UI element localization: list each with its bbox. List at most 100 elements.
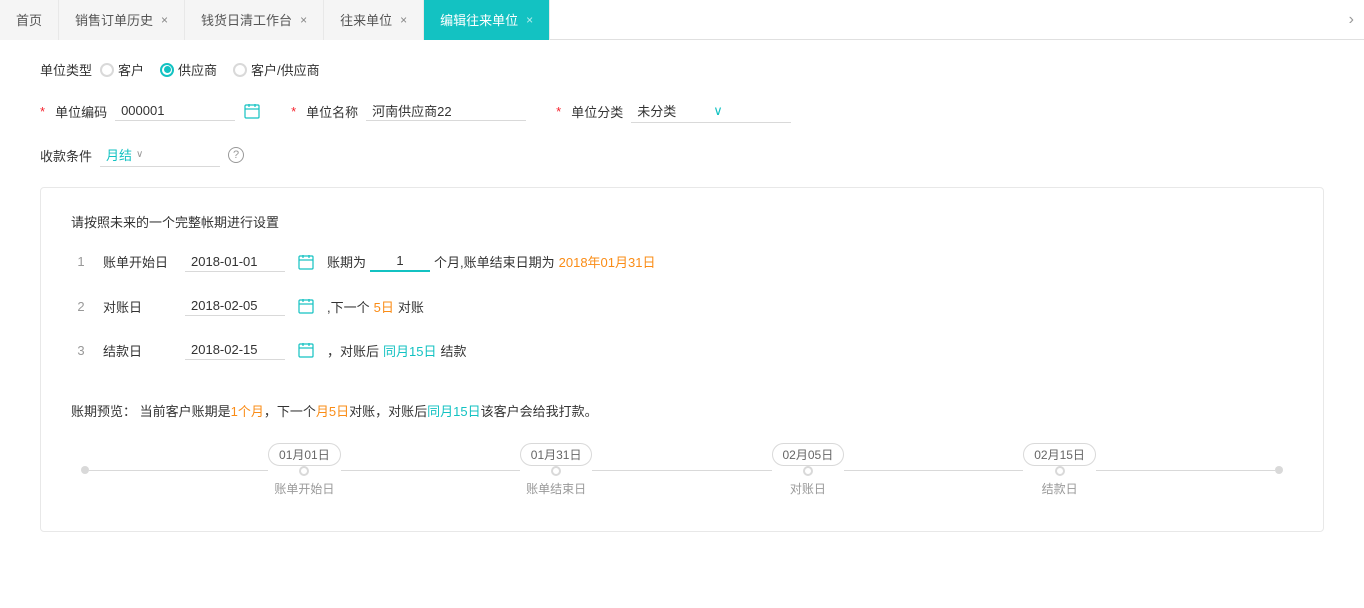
setting-row-3: 3 结款日 ，对账后 同月15日 结款	[71, 340, 1293, 360]
unit-type-row: 单位类型 客户 供应商 客户/供应商	[40, 60, 1324, 79]
timeline-start-dot	[81, 466, 89, 474]
end-date-highlight: 2018年01月31日	[559, 252, 656, 271]
tab-close-sales-order-history[interactable]: ×	[161, 13, 168, 27]
timeline-dot-2	[551, 466, 561, 476]
tab-sales-order-history[interactable]: 销售订单历史 ×	[59, 0, 185, 40]
payment-terms-dropdown[interactable]: 月结 ∨	[100, 143, 220, 167]
radio-supplier[interactable]: 供应商	[160, 60, 217, 79]
timeline-node-3: 02月05日 对账日	[772, 443, 845, 497]
row-num-1: 1	[71, 254, 91, 269]
page-content: 单位类型 客户 供应商 客户/供应商 * 单位编码	[0, 40, 1364, 608]
preview-section: 账期预览： 当前客户账期是1个月，下一个月5日对账，对账后同月15日该客户会给我…	[71, 384, 1293, 507]
unit-category-field: * 单位分类 未分类 ∨	[556, 99, 791, 123]
payment-terms-label: 收款条件	[40, 146, 92, 165]
start-date-input[interactable]	[185, 252, 285, 272]
setting-row-2: 2 对账日 ,下一个 5日 对账	[71, 296, 1293, 316]
timeline-date-1: 01月01日	[268, 443, 341, 466]
payment-date-calendar-icon[interactable]	[297, 341, 315, 359]
timeline-label-1: 账单开始日	[274, 480, 334, 497]
unit-name-field: * 单位名称	[291, 101, 526, 121]
payment-terms-arrow-icon: ∨	[136, 149, 143, 160]
timeline-label-3: 对账日	[790, 480, 826, 497]
tab-close-edit-partner[interactable]: ×	[526, 13, 533, 27]
unit-name-label: 单位名称	[306, 102, 358, 121]
timeline-line-4	[844, 470, 1023, 471]
preview-part-2: ，下一个	[264, 404, 316, 419]
row-num-3: 3	[71, 343, 91, 358]
unit-type-radio-group: 客户 供应商 客户/供应商	[100, 60, 320, 79]
unit-category-label: 单位分类	[571, 102, 623, 121]
timeline-date-4: 02月15日	[1023, 443, 1096, 466]
radio-supplier-circle[interactable]	[160, 63, 174, 77]
timeline-node-2: 01月31日 账单结束日	[520, 443, 593, 497]
row-2-desc: ,下一个 5日 对账	[327, 297, 424, 316]
payment-terms-row: 收款条件 月结 ∨ ?	[40, 143, 1324, 167]
row-label-3: 结款日	[103, 341, 173, 360]
timeline-dot-3	[803, 466, 813, 476]
tab-cash-reconciliation[interactable]: 钱货日清工作台 ×	[185, 0, 324, 40]
unit-type-field: 单位类型 客户 供应商 客户/供应商	[40, 60, 320, 79]
payment-terms-field: 收款条件 月结 ∨ ?	[40, 143, 244, 167]
timeline-date-3: 02月05日	[772, 443, 845, 466]
period-input[interactable]	[370, 251, 430, 272]
preview-part-6: 该客户会给我打款。	[481, 404, 598, 419]
tab-close-cash-reconciliation[interactable]: ×	[300, 13, 307, 27]
unit-name-input[interactable]	[366, 101, 526, 121]
row-1-desc: 账期为 个月,账单结束日期为 2018年01月31日	[327, 251, 655, 272]
row-label-1: 账单开始日	[103, 252, 173, 271]
timeline-dot-4	[1055, 466, 1065, 476]
payment-terms-value: 月结	[106, 145, 132, 164]
radio-customer-circle[interactable]	[100, 63, 114, 77]
timeline-label-4: 结款日	[1042, 480, 1078, 497]
preview-part-0: 当前客户账期是	[140, 404, 231, 419]
unit-code-calendar-icon[interactable]	[243, 102, 261, 120]
payment-terms-help-icon[interactable]: ?	[228, 147, 244, 163]
tab-close-partner-units[interactable]: ×	[400, 13, 407, 27]
reconcile-date-calendar-icon[interactable]	[297, 297, 315, 315]
preview-part-5: 同月15日	[427, 404, 480, 419]
timeline-line-5	[1096, 470, 1275, 471]
timeline-line-1	[89, 470, 268, 471]
radio-both[interactable]: 客户/供应商	[233, 60, 320, 79]
unit-code-field: * 单位编码	[40, 101, 261, 121]
row-num-2: 2	[71, 299, 91, 314]
unit-code-input[interactable]	[115, 101, 235, 121]
timeline-node-4: 02月15日 结款日	[1023, 443, 1096, 497]
reconcile-date-input[interactable]	[185, 296, 285, 316]
payment-day-highlight: 同月15日	[383, 341, 436, 360]
tabs-more-button[interactable]: ›	[1339, 11, 1364, 29]
timeline-date-2: 01月31日	[520, 443, 593, 466]
preview-part-4: 对账，对账后	[349, 404, 427, 419]
timeline: 01月01日 账单开始日 01月31日 账单结束日 02月05日 对账日	[71, 443, 1293, 497]
start-date-calendar-icon[interactable]	[297, 253, 315, 271]
preview-label: 账期预览：	[71, 404, 136, 419]
tab-partner-units[interactable]: 往来单位 ×	[324, 0, 424, 40]
timeline-end-dot	[1275, 466, 1283, 474]
radio-customer[interactable]: 客户	[100, 60, 144, 79]
unit-type-label: 单位类型	[40, 60, 92, 79]
preview-part-3: 月5日	[316, 404, 349, 419]
preview-part-1: 1个月	[231, 404, 264, 419]
unit-category-dropdown[interactable]: 未分类 ∨	[631, 99, 791, 123]
timeline-label-2: 账单结束日	[526, 480, 586, 497]
timeline-dot-1	[299, 466, 309, 476]
timeline-node-1: 01月01日 账单开始日	[268, 443, 341, 497]
reconcile-day-highlight: 5日	[374, 297, 394, 316]
setting-row-1: 1 账单开始日 账期为 个月,账单结束日期为 2018年01月31日	[71, 251, 1293, 272]
payment-date-input[interactable]	[185, 340, 285, 360]
timeline-line-2	[341, 470, 520, 471]
unit-category-value: 未分类	[637, 101, 709, 120]
tab-home[interactable]: 首页	[0, 0, 59, 40]
unit-code-required: *	[40, 104, 45, 119]
row-3-desc: ，对账后 同月15日 结款	[327, 341, 467, 360]
unit-info-row: * 单位编码 * 单位名称 * 单位分类 未分类 ∨	[40, 99, 1324, 123]
unit-category-required: *	[556, 104, 561, 119]
unit-name-required: *	[291, 104, 296, 119]
radio-both-circle[interactable]	[233, 63, 247, 77]
tabs-bar: 首页 销售订单历史 × 钱货日清工作台 × 往来单位 × 编辑往来单位 × ›	[0, 0, 1364, 40]
setting-card: 请按照未来的一个完整帐期进行设置 1 账单开始日 账期为 个月,账单结束日期为 …	[40, 187, 1324, 532]
unit-code-label: 单位编码	[55, 102, 107, 121]
tab-edit-partner[interactable]: 编辑往来单位 ×	[424, 0, 550, 40]
card-instruction: 请按照未来的一个完整帐期进行设置	[71, 212, 1293, 231]
row-label-2: 对账日	[103, 297, 173, 316]
